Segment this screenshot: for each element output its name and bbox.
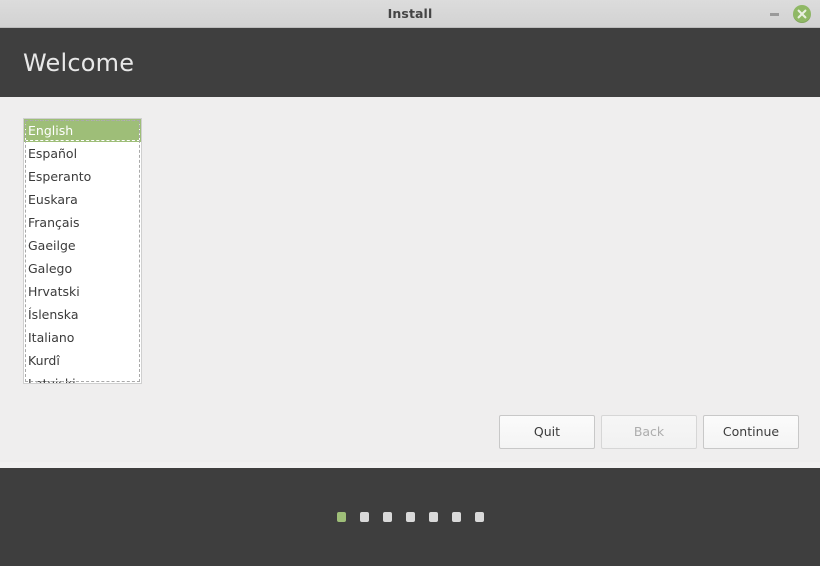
continue-button[interactable]: Continue	[703, 415, 799, 449]
language-list-item[interactable]: Galego	[24, 257, 141, 280]
installer-window: Install Welcome English Español Esperanto E…	[0, 0, 820, 566]
step-dot	[382, 512, 392, 522]
minimize-button[interactable]	[768, 9, 782, 19]
language-list-item[interactable]: Italiano	[24, 326, 141, 349]
language-list-item[interactable]: Kurdî	[24, 349, 141, 372]
language-listbox[interactable]: English Español Esperanto Euskara Français Ga…	[23, 118, 142, 384]
content-area: English Español Esperanto Euskara Français Ga…	[0, 97, 820, 468]
page-title: Welcome	[23, 49, 135, 77]
language-list-item[interactable]: Gaeilge	[24, 234, 141, 257]
step-dot	[451, 512, 461, 522]
close-icon	[797, 9, 807, 19]
step-indicator	[0, 512, 820, 522]
quit-button[interactable]: Quit	[499, 415, 595, 449]
language-list-item[interactable]: Esperanto	[24, 165, 141, 188]
language-list-item[interactable]: Hrvatski	[24, 280, 141, 303]
navigation-buttons: Quit Back Continue	[499, 415, 799, 449]
language-list-item[interactable]: Euskara	[24, 188, 141, 211]
language-list-item[interactable]: Latviski	[24, 372, 141, 383]
window-titlebar: Install	[0, 0, 820, 28]
back-button: Back	[601, 415, 697, 449]
language-list-items: English Español Esperanto Euskara Français Ga…	[24, 119, 141, 383]
step-dot	[336, 512, 346, 522]
language-list-item[interactable]: Français	[24, 211, 141, 234]
footer-bar	[0, 468, 820, 566]
language-list-item[interactable]: Español	[24, 142, 141, 165]
step-dot	[474, 512, 484, 522]
close-button[interactable]	[793, 5, 811, 23]
page-header: Welcome	[0, 28, 820, 97]
language-list-item[interactable]: Íslenska	[24, 303, 141, 326]
step-dot	[428, 512, 438, 522]
step-dot	[405, 512, 415, 522]
minimize-icon	[770, 13, 779, 16]
window-title: Install	[387, 6, 433, 21]
language-list-item[interactable]: English	[24, 119, 141, 142]
step-dot	[359, 512, 369, 522]
